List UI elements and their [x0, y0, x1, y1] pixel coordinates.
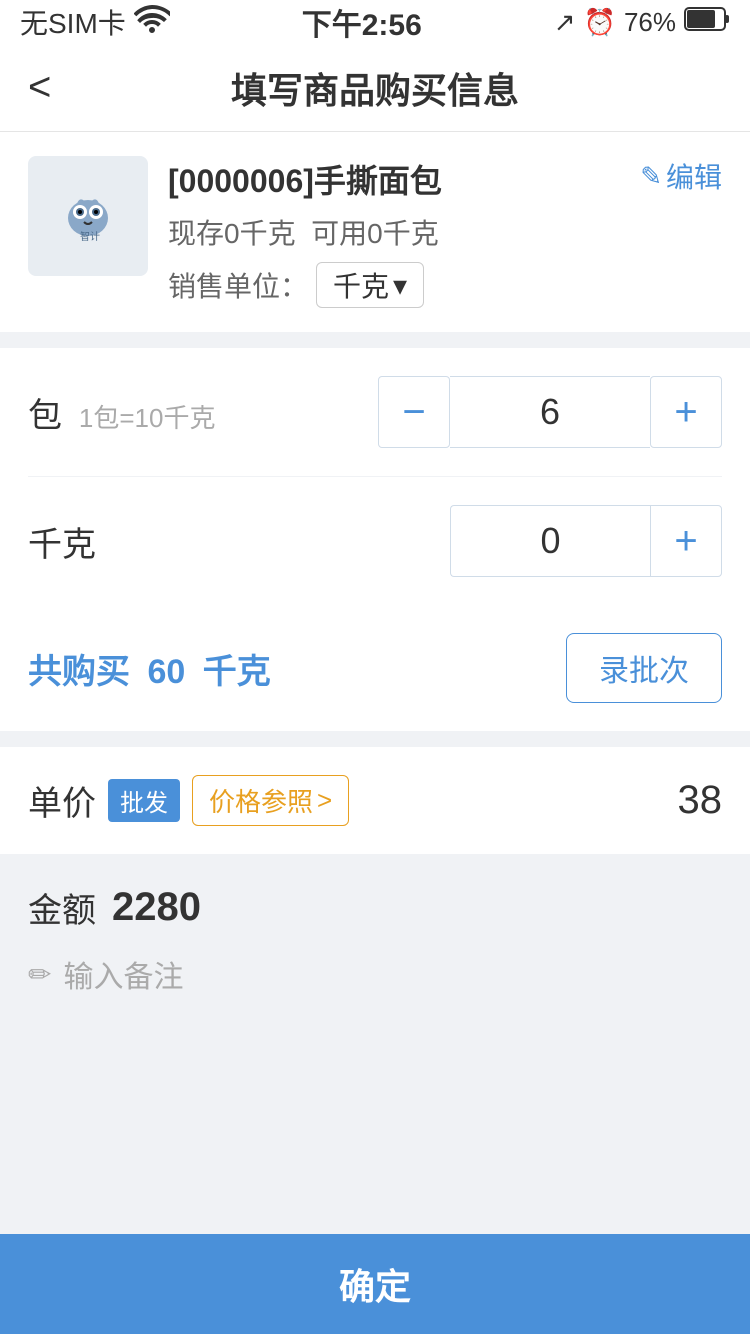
- status-bar: 无SIM卡 下午2:56 ↗ ⏰ 76%: [0, 0, 750, 44]
- batch-button[interactable]: 录批次: [566, 633, 722, 703]
- product-card: 智计 [0000006]手撕面包 ✎ 编辑 现存0千克 可用0千克 销售单位： …: [0, 132, 750, 340]
- quantity-bao-input[interactable]: [450, 376, 650, 448]
- quantity-bao-controls: − +: [378, 376, 722, 448]
- nav-bar: < 填写商品购买信息: [0, 44, 750, 132]
- quantity-kg-input[interactable]: [450, 505, 650, 577]
- carrier-text: 无SIM卡: [20, 2, 126, 42]
- location-icon: ↗: [554, 7, 576, 38]
- unit-selector[interactable]: 千克 ▾: [316, 262, 424, 308]
- price-ref-button[interactable]: 价格参照 >: [192, 775, 349, 826]
- quantity-kg-label: 千克: [28, 517, 96, 566]
- amount-value: 2280: [112, 885, 201, 930]
- product-stock: 现存0千克 可用0千克: [168, 212, 722, 252]
- total-text: 共购买 60 千克: [28, 644, 271, 693]
- product-name: [0000006]手撕面包: [168, 156, 442, 202]
- divider-2: [0, 739, 750, 747]
- amount-label: 金额: [28, 883, 96, 932]
- bottom-spacer: [0, 1024, 750, 1124]
- back-button[interactable]: <: [28, 65, 51, 110]
- price-row: 单价 批发 价格参照 > 38: [28, 775, 722, 826]
- battery-icon: [684, 7, 730, 38]
- quantity-bao-row: 包 1包=10千克 − +: [28, 348, 722, 477]
- svg-text:智计: 智计: [80, 230, 100, 243]
- status-left: 无SIM卡: [20, 2, 170, 42]
- chevron-right-icon: >: [317, 785, 332, 816]
- page-title: 填写商品购买信息: [231, 62, 519, 114]
- battery-text: 76%: [624, 7, 676, 38]
- decrement-bao-button[interactable]: −: [378, 376, 450, 448]
- price-label-group: 单价 批发 价格参照 >: [28, 775, 349, 826]
- amount-row: 金额 2280: [28, 883, 722, 932]
- chevron-down-icon: ▾: [393, 269, 407, 302]
- edit-button[interactable]: ✎ 编辑: [640, 156, 722, 196]
- product-unit: 销售单位： 千克 ▾: [168, 262, 722, 308]
- edit-icon: ✎: [640, 161, 662, 192]
- price-type-badge: 批发: [108, 779, 180, 822]
- divider-1: [0, 340, 750, 348]
- status-right: ↗ ⏰ 76%: [554, 7, 730, 38]
- note-label[interactable]: 输入备注: [63, 952, 183, 996]
- price-section: 单价 批发 价格参照 > 38: [0, 747, 750, 855]
- increment-bao-button[interactable]: +: [650, 376, 722, 448]
- pencil-icon: ✏: [28, 958, 51, 991]
- quantity-section: 包 1包=10千克 − + 千克 +: [0, 348, 750, 605]
- alarm-icon: ⏰: [584, 7, 616, 38]
- product-info: [0000006]手撕面包 ✎ 编辑 现存0千克 可用0千克 销售单位： 千克 …: [168, 156, 722, 308]
- note-row[interactable]: ✏ 输入备注: [28, 952, 722, 996]
- confirm-button[interactable]: 确定: [0, 1234, 750, 1334]
- price-label: 单价: [28, 776, 96, 825]
- increment-kg-button[interactable]: +: [650, 505, 722, 577]
- confirm-label: 确定: [339, 1258, 411, 1310]
- product-thumbnail: 智计: [28, 156, 148, 276]
- price-value: 38: [678, 778, 723, 823]
- wifi-icon: [134, 5, 170, 40]
- status-time: 下午2:56: [302, 0, 422, 44]
- amount-section: 金额 2280 ✏ 输入备注: [0, 855, 750, 1024]
- quantity-bao-label: 包 1包=10千克: [28, 388, 215, 437]
- total-section: 共购买 60 千克 录批次: [0, 605, 750, 739]
- quantity-kg-row: 千克 +: [28, 477, 722, 605]
- quantity-kg-controls: +: [450, 505, 722, 577]
